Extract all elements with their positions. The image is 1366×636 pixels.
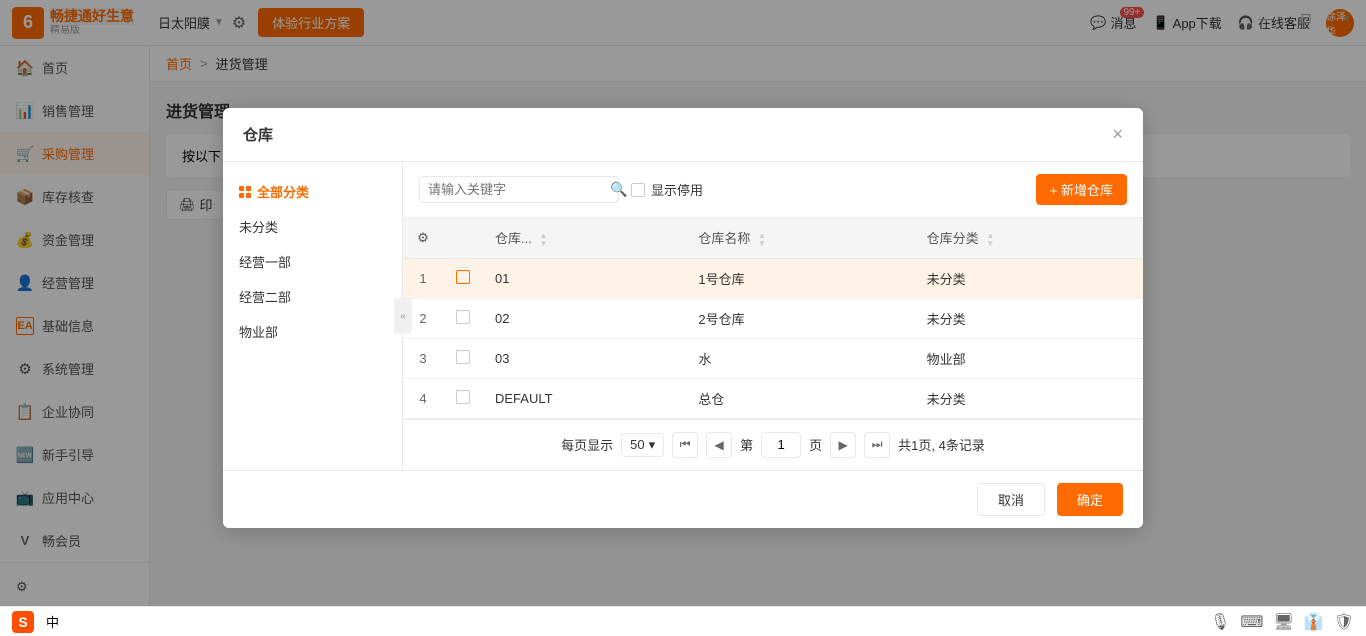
- row-category: 未分类: [915, 258, 1143, 298]
- modal-pagination: 每页显示 50 ▾ ⏮ ◀ 第 页 ▶ ⏭ 共1页, 4条记录: [403, 419, 1143, 470]
- modal-footer: 取消 确定: [223, 470, 1143, 528]
- first-page-button[interactable]: ⏮: [672, 432, 698, 458]
- category-unclassified-label: 未分类: [239, 217, 278, 236]
- last-page-button[interactable]: ⏭: [864, 432, 890, 458]
- th-category[interactable]: 仓库分类 ▲ ▼: [915, 218, 1143, 258]
- page-unit: 页: [809, 435, 822, 454]
- table-row[interactable]: 1 01 1号仓库 未分类: [403, 258, 1143, 298]
- cancel-button[interactable]: 取消: [977, 483, 1045, 516]
- th-gear[interactable]: ⚙: [403, 218, 443, 258]
- category-ops1-label: 经营一部: [239, 252, 291, 271]
- modal-close-button[interactable]: ×: [1112, 124, 1123, 145]
- th-name[interactable]: 仓库名称 ▲ ▼: [686, 218, 914, 258]
- maximize-button[interactable]: ⊡: [1286, 0, 1326, 36]
- window-controls: — ⊡ ×: [1246, 0, 1366, 36]
- page-size-arrow: ▾: [649, 437, 656, 453]
- add-warehouse-button[interactable]: + 新增仓库: [1036, 174, 1127, 205]
- th-code[interactable]: 仓库... ▲ ▼: [483, 218, 686, 258]
- row-code: DEFAULT: [483, 378, 686, 418]
- statusbar-icons: 🎙 ⌨ 🖥 👔 🛡: [1210, 612, 1354, 632]
- sort-name-icon: ▲ ▼: [758, 232, 766, 248]
- category-all-label: 全部分类: [257, 182, 309, 201]
- category-ops2-label: 经营二部: [239, 287, 291, 306]
- modal-title: 仓库: [243, 124, 273, 145]
- row-checkbox-cell[interactable]: [443, 378, 483, 418]
- row-code: 02: [483, 298, 686, 338]
- cloth-icon[interactable]: 👔: [1304, 612, 1324, 632]
- row-checkbox[interactable]: [456, 390, 470, 404]
- modal-table-area: 🔍 显示停用 + 新增仓库 ⚙: [403, 162, 1143, 470]
- warehouse-modal: 仓库 × 全部分类 未分类 经营: [223, 108, 1143, 528]
- row-checkbox-cell[interactable]: [443, 338, 483, 378]
- page-size-label: 每页显示: [561, 435, 613, 454]
- row-category: 未分类: [915, 298, 1143, 338]
- statusbar-text: 中: [46, 612, 59, 631]
- table-row[interactable]: 3 03 水 物业部: [403, 338, 1143, 378]
- row-name: 2号仓库: [686, 298, 914, 338]
- category-ops2[interactable]: 经营二部: [223, 279, 402, 314]
- category-all[interactable]: 全部分类: [223, 174, 402, 209]
- row-checkbox[interactable]: [456, 310, 470, 324]
- prev-page-button[interactable]: ◀: [706, 432, 732, 458]
- search-box: 🔍: [419, 176, 619, 203]
- row-name: 1号仓库: [686, 258, 914, 298]
- search-input[interactable]: [428, 182, 604, 197]
- row-checkbox[interactable]: [456, 270, 470, 284]
- monitor-icon[interactable]: 🖥: [1273, 612, 1293, 632]
- category-unclassified[interactable]: 未分类: [223, 209, 402, 244]
- show-disabled-checkbox[interactable]: [631, 183, 645, 197]
- warehouse-table: ⚙ 仓库... ▲ ▼ 仓库名称: [403, 218, 1143, 419]
- statusbar: S 中 🎙 ⌨ 🖥 👔 🛡: [0, 606, 1366, 636]
- modal-toolbar: 🔍 显示停用 + 新增仓库: [403, 162, 1143, 218]
- row-checkbox-cell[interactable]: [443, 258, 483, 298]
- page-label: 第: [740, 435, 753, 454]
- th-check: [443, 218, 483, 258]
- modal-table: ⚙ 仓库... ▲ ▼ 仓库名称: [403, 218, 1143, 419]
- row-code: 01: [483, 258, 686, 298]
- category-ops1[interactable]: 经营一部: [223, 244, 402, 279]
- close-button[interactable]: ×: [1326, 0, 1366, 36]
- page-number-input[interactable]: [761, 432, 801, 458]
- row-code: 03: [483, 338, 686, 378]
- page-size-select[interactable]: 50 ▾: [621, 433, 664, 457]
- row-actions: 1: [403, 258, 443, 298]
- shield-icon[interactable]: 🛡: [1334, 612, 1354, 632]
- row-checkbox[interactable]: [456, 350, 470, 364]
- category-property[interactable]: 物业部: [223, 314, 402, 349]
- mic-icon[interactable]: 🎙: [1210, 612, 1230, 632]
- table-row[interactable]: 4 DEFAULT 总仓 未分类: [403, 378, 1143, 418]
- sidebar-collapse-button[interactable]: «: [394, 298, 412, 334]
- search-icon[interactable]: 🔍: [610, 181, 627, 198]
- confirm-button[interactable]: 确定: [1057, 483, 1123, 516]
- sort-category-icon: ▲ ▼: [986, 232, 994, 248]
- total-info: 共1页, 4条记录: [898, 435, 985, 454]
- row-actions: 4: [403, 378, 443, 418]
- row-checkbox-cell[interactable]: [443, 298, 483, 338]
- modal-header: 仓库 ×: [223, 108, 1143, 162]
- statusbar-logo: S: [12, 611, 34, 633]
- table-header-row: ⚙ 仓库... ▲ ▼ 仓库名称: [403, 218, 1143, 258]
- minimize-button[interactable]: —: [1246, 0, 1286, 36]
- row-actions: 3: [403, 338, 443, 378]
- row-name: 总仓: [686, 378, 914, 418]
- modal-category-sidebar: 全部分类 未分类 经营一部 经营二部 物业部 «: [223, 162, 403, 470]
- next-page-button[interactable]: ▶: [830, 432, 856, 458]
- row-name: 水: [686, 338, 914, 378]
- page-size-value: 50: [630, 437, 644, 452]
- table-body: 1 01 1号仓库 未分类 2 02 2号仓库 未分类 3 03 水 物业部 4…: [403, 258, 1143, 418]
- show-disabled-label: 显示停用: [651, 180, 703, 199]
- table-head: ⚙ 仓库... ▲ ▼ 仓库名称: [403, 218, 1143, 258]
- table-row[interactable]: 2 02 2号仓库 未分类: [403, 298, 1143, 338]
- category-icon: [239, 186, 251, 198]
- show-disabled-toggle[interactable]: 显示停用: [631, 180, 703, 199]
- keyboard-icon[interactable]: ⌨: [1240, 612, 1263, 632]
- category-property-label: 物业部: [239, 322, 278, 341]
- modal-overlay: 仓库 × 全部分类 未分类 经营: [0, 0, 1366, 636]
- row-category: 物业部: [915, 338, 1143, 378]
- row-category: 未分类: [915, 378, 1143, 418]
- sort-code-icon: ▲ ▼: [539, 232, 547, 248]
- modal-body: 全部分类 未分类 经营一部 经营二部 物业部 «: [223, 162, 1143, 470]
